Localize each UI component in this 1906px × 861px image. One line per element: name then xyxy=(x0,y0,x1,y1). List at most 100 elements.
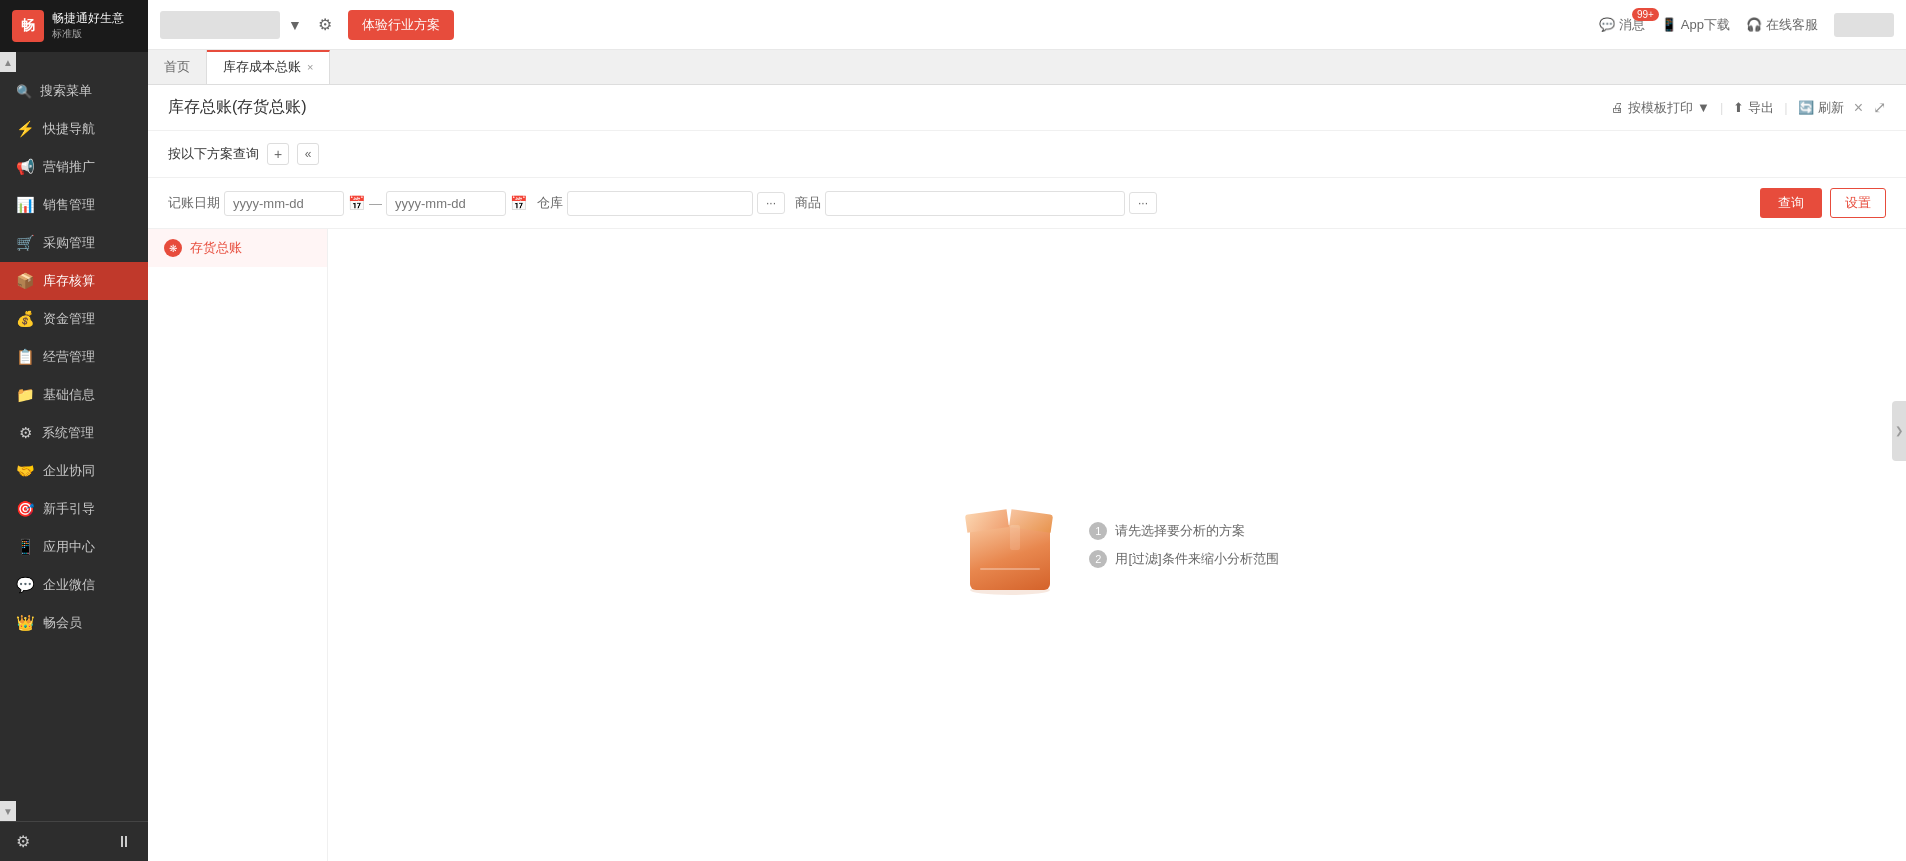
print-label: 按模板打印 xyxy=(1628,99,1693,117)
product-label: 商品 xyxy=(795,194,821,212)
sidebar-enterprise-label: 企业协同 xyxy=(43,462,95,480)
service-icon: 🎧 xyxy=(1746,17,1762,32)
wecom-icon: 💬 xyxy=(16,576,35,594)
sidebar-system-label: 系统管理 xyxy=(42,424,94,442)
filter-collapse-btn[interactable]: « xyxy=(297,143,319,165)
date-start-input[interactable] xyxy=(224,191,344,216)
sidebar-item-purchase[interactable]: 🛒 采购管理 xyxy=(0,224,148,262)
search-icon: 🔍 xyxy=(16,84,32,99)
date-start-cal-btn[interactable]: 📅 xyxy=(348,195,365,211)
refresh-btn[interactable]: 🔄 刷新 xyxy=(1798,99,1844,117)
sidebar-operation-label: 经营管理 xyxy=(43,348,95,366)
export-btn[interactable]: ⬆ 导出 xyxy=(1733,99,1774,117)
date-end-input[interactable] xyxy=(386,191,506,216)
sidebar-member-label: 畅会员 xyxy=(43,614,82,632)
sidebar-marketing-label: 营销推广 xyxy=(43,158,95,176)
tip-text-1: 请先选择要分析的方案 xyxy=(1115,522,1245,540)
message-badge: 99+ xyxy=(1632,8,1659,21)
empty-text: 1 请先选择要分析的方案 2 用[过滤]条件来缩小分析范围 xyxy=(1089,522,1278,568)
app-icon: 📱 xyxy=(1661,17,1677,32)
product-filter: 商品 ··· xyxy=(795,191,1157,216)
topbar-placeholder xyxy=(160,11,280,39)
print-icon: 🖨 xyxy=(1611,100,1624,115)
tab-inventory-ledger[interactable]: 库存成本总账 × xyxy=(207,50,330,84)
right-panel: 1 请先选择要分析的方案 2 用[过滤]条件来缩小分析范围 xyxy=(328,229,1906,861)
sidebar-item-enterprise[interactable]: 🤝 企业协同 xyxy=(0,452,148,490)
sidebar-toggle-btn[interactable]: ⏸ xyxy=(116,833,132,851)
query-btn[interactable]: 查询 xyxy=(1760,188,1822,218)
topbar-dropdown-btn[interactable]: ▼ xyxy=(288,17,302,33)
topbar-online-service[interactable]: 🎧 在线客服 xyxy=(1746,16,1818,34)
settings-btn[interactable]: 设置 xyxy=(1830,188,1886,218)
sidebar-item-inventory[interactable]: 📦 库存核算 xyxy=(0,262,148,300)
box-line xyxy=(980,568,1040,570)
sidebar-sales-label: 销售管理 xyxy=(43,196,95,214)
sidebar-item-sales[interactable]: 📊 销售管理 xyxy=(0,186,148,224)
member-icon: 👑 xyxy=(16,614,35,632)
date-label: 记账日期 xyxy=(168,194,220,212)
filter-bar: 按以下方案查询 + « xyxy=(148,131,1906,178)
topbar-settings-btn[interactable]: ⚙ xyxy=(310,10,340,40)
sidebar-item-system[interactable]: ⚙ 系统管理 xyxy=(0,414,148,452)
message-icon: 💬 xyxy=(1599,17,1615,32)
date-filter: 记账日期 📅 — 📅 xyxy=(168,191,527,216)
sidebar-item-operation[interactable]: 📋 经营管理 xyxy=(0,338,148,376)
date-end-cal-btn[interactable]: 📅 xyxy=(510,195,527,211)
sidebar-settings-btn[interactable]: ⚙ xyxy=(16,832,30,851)
operation-icon: 📋 xyxy=(16,348,35,366)
content-expand-btn[interactable]: ⤢ xyxy=(1873,98,1886,117)
tab-home-label: 首页 xyxy=(164,58,190,76)
content-close-btn[interactable]: × xyxy=(1854,99,1863,117)
sidebar-item-newbie[interactable]: 🎯 新手引导 xyxy=(0,490,148,528)
content-area: 库存总账(存货总账) 🖨 按模板打印 ▼ | ⬆ 导出 | 🔄 刷新 × xyxy=(148,85,1906,861)
industry-btn[interactable]: 体验行业方案 xyxy=(348,10,454,40)
filter-add-btn[interactable]: + xyxy=(267,143,289,165)
sidebar-scroll-up[interactable]: ▲ xyxy=(0,52,16,72)
export-label: 导出 xyxy=(1748,99,1774,117)
sidebar-item-basic[interactable]: 📁 基础信息 xyxy=(0,376,148,414)
tip-num-2: 2 xyxy=(1089,550,1107,568)
topbar-app-download[interactable]: 📱 App下载 xyxy=(1661,16,1730,34)
sidebar-nav: 🔍 搜索菜单 ⚡ 快捷导航 📢 营销推广 📊 销售管理 🛒 采购管理 📦 库存核… xyxy=(0,72,148,801)
left-panel-inventory-ledger[interactable]: ❋ 存货总账 xyxy=(148,229,327,267)
page-title: 库存总账(存货总账) xyxy=(168,97,307,118)
sidebar-item-wecom[interactable]: 💬 企业微信 xyxy=(0,566,148,604)
filter-row: 记账日期 📅 — 📅 仓库 ··· 商品 ··· 查询 设置 xyxy=(148,178,1906,229)
page-header: 库存总账(存货总账) 🖨 按模板打印 ▼ | ⬆ 导出 | 🔄 刷新 × xyxy=(148,85,1906,131)
topbar-messages[interactable]: 💬 消息 99+ xyxy=(1599,16,1645,34)
side-handle[interactable]: ❯ xyxy=(1892,401,1906,461)
sidebar-item-finance[interactable]: 💰 资金管理 xyxy=(0,300,148,338)
empty-tip-1: 1 请先选择要分析的方案 xyxy=(1089,522,1278,540)
tab-home[interactable]: 首页 xyxy=(148,50,207,84)
filter-add-icon: + xyxy=(274,146,282,162)
warehouse-label: 仓库 xyxy=(537,194,563,212)
basic-icon: 📁 xyxy=(16,386,35,404)
filter-label: 按以下方案查询 xyxy=(168,145,259,163)
tab-close-icon[interactable]: × xyxy=(307,61,313,73)
purchase-icon: 🛒 xyxy=(16,234,35,252)
print-btn[interactable]: 🖨 按模板打印 ▼ xyxy=(1611,99,1710,117)
sidebar-item-appstore[interactable]: 📱 应用中心 xyxy=(0,528,148,566)
print-dropdown-icon: ▼ xyxy=(1697,100,1710,115)
topbar: ▼ ⚙ 体验行业方案 💬 消息 99+ 📱 App下载 🎧 在线客服 xyxy=(148,0,1906,50)
inventory-icon: 📦 xyxy=(16,272,35,290)
refresh-label: 刷新 xyxy=(1818,99,1844,117)
newbie-icon: 🎯 xyxy=(16,500,35,518)
sidebar-basic-label: 基础信息 xyxy=(43,386,95,404)
sidebar-purchase-label: 采购管理 xyxy=(43,234,95,252)
finance-icon: 💰 xyxy=(16,310,35,328)
product-more-btn[interactable]: ··· xyxy=(1129,192,1157,214)
warehouse-input[interactable] xyxy=(567,191,753,216)
sidebar-scroll-down[interactable]: ▼ xyxy=(0,801,16,821)
appstore-icon: 📱 xyxy=(16,538,35,556)
warehouse-more-btn[interactable]: ··· xyxy=(757,192,785,214)
sidebar-item-search[interactable]: 🔍 搜索菜单 xyxy=(0,72,148,110)
empty-illustration xyxy=(955,490,1065,600)
system-icon: ⚙ xyxy=(16,424,34,442)
sidebar-item-marketing[interactable]: 📢 营销推广 xyxy=(0,148,148,186)
product-input[interactable] xyxy=(825,191,1125,216)
sidebar-item-member[interactable]: 👑 畅会员 xyxy=(0,604,148,642)
sidebar-item-shortcut[interactable]: ⚡ 快捷导航 xyxy=(0,110,148,148)
sales-icon: 📊 xyxy=(16,196,35,214)
shortcut-icon: ⚡ xyxy=(16,120,35,138)
